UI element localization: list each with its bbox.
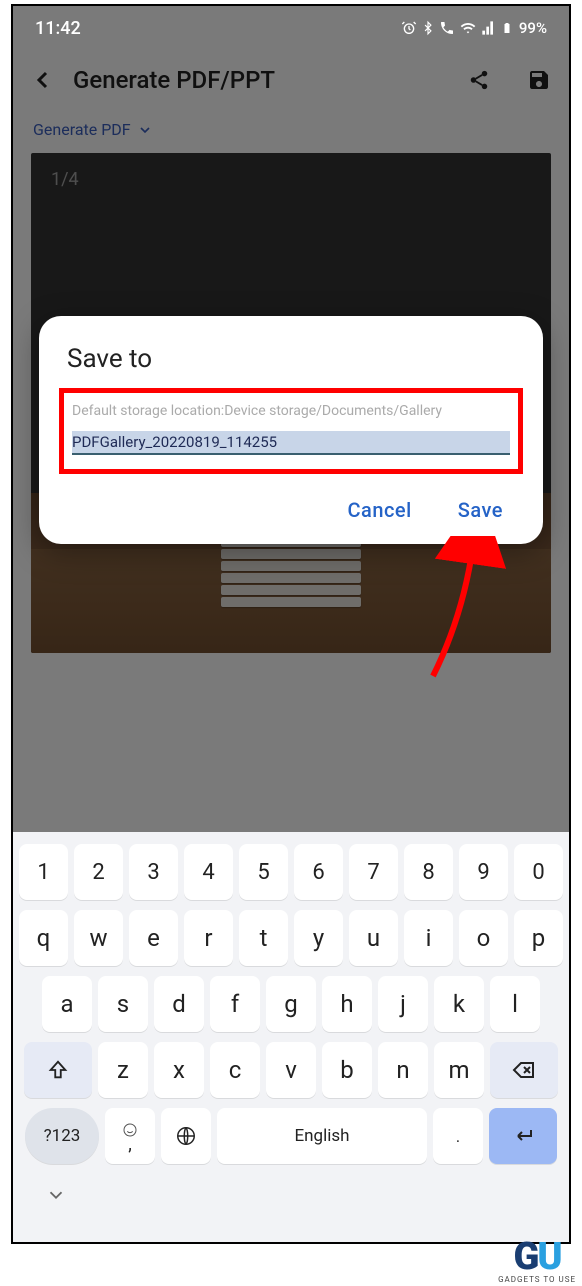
- battery-icon: [501, 19, 513, 37]
- soft-keyboard: 1234567890 qwertyuiop asdfghjkl zxcvbnm …: [13, 832, 569, 1242]
- key-9[interactable]: 9: [459, 844, 508, 900]
- key-u[interactable]: u: [349, 910, 398, 966]
- keyboard-collapse[interactable]: [45, 1191, 67, 1210]
- language-key[interactable]: [161, 1108, 211, 1164]
- key-z[interactable]: z: [98, 1042, 148, 1098]
- app-header: Generate PDF/PPT: [13, 50, 569, 110]
- key-8[interactable]: 8: [404, 844, 453, 900]
- key-b[interactable]: b: [322, 1042, 372, 1098]
- storage-path-hint: Default storage location:Device storage/…: [72, 403, 510, 419]
- save-icon: [527, 68, 551, 92]
- key-1[interactable]: 1: [19, 844, 68, 900]
- enter-key[interactable]: [489, 1108, 557, 1164]
- chevron-left-icon: [31, 68, 55, 92]
- key-d[interactable]: d: [154, 976, 204, 1032]
- key-m[interactable]: m: [434, 1042, 484, 1098]
- save-dialog: Save to Default storage location:Device …: [39, 316, 543, 544]
- key-5[interactable]: 5: [239, 844, 288, 900]
- symbols-key[interactable]: ?123: [25, 1108, 99, 1164]
- shift-icon: [47, 1059, 69, 1081]
- wifi-icon: [459, 20, 477, 36]
- key-x[interactable]: x: [154, 1042, 204, 1098]
- enter-icon: [511, 1124, 535, 1148]
- space-key[interactable]: English: [217, 1108, 427, 1164]
- status-bar: 11:42 99%: [13, 6, 569, 50]
- key-i[interactable]: i: [404, 910, 453, 966]
- page-counter: 1/4: [51, 169, 79, 190]
- back-button[interactable]: [29, 66, 57, 94]
- key-6[interactable]: 6: [294, 844, 343, 900]
- key-q[interactable]: q: [19, 910, 68, 966]
- key-j[interactable]: j: [378, 976, 428, 1032]
- key-7[interactable]: 7: [349, 844, 398, 900]
- key-y[interactable]: y: [294, 910, 343, 966]
- status-icons: [401, 19, 513, 37]
- alarm-icon: [401, 20, 417, 36]
- globe-icon: [175, 1125, 197, 1147]
- watermark: GU GADGETS TO USE: [498, 1235, 576, 1284]
- key-f[interactable]: f: [210, 976, 260, 1032]
- key-h[interactable]: h: [322, 976, 372, 1032]
- annotation-highlight: Default storage location:Device storage/…: [59, 388, 523, 474]
- key-l[interactable]: l: [490, 976, 540, 1032]
- bluetooth-icon: [421, 20, 435, 36]
- chevron-down-icon: [137, 122, 153, 138]
- key-3[interactable]: 3: [129, 844, 178, 900]
- key-0[interactable]: 0: [514, 844, 563, 900]
- key-w[interactable]: w: [74, 910, 123, 966]
- key-n[interactable]: n: [378, 1042, 428, 1098]
- key-g[interactable]: g: [266, 976, 316, 1032]
- key-4[interactable]: 4: [184, 844, 233, 900]
- save-button-header[interactable]: [525, 66, 553, 94]
- share-button[interactable]: [465, 66, 493, 94]
- key-o[interactable]: o: [459, 910, 508, 966]
- key-c[interactable]: c: [210, 1042, 260, 1098]
- emoji-key[interactable]: ,: [105, 1108, 155, 1164]
- cancel-button[interactable]: Cancel: [348, 498, 412, 522]
- key-v[interactable]: v: [266, 1042, 316, 1098]
- format-dropdown[interactable]: Generate PDF: [13, 110, 569, 153]
- key-a[interactable]: a: [42, 976, 92, 1032]
- period-key[interactable]: .: [433, 1108, 483, 1164]
- dialog-title: Save to: [67, 344, 515, 374]
- key-s[interactable]: s: [98, 976, 148, 1032]
- key-p[interactable]: p: [514, 910, 563, 966]
- shift-key[interactable]: [24, 1042, 92, 1098]
- key-t[interactable]: t: [239, 910, 288, 966]
- save-button[interactable]: Save: [458, 498, 503, 522]
- share-icon: [468, 69, 490, 91]
- battery-percent: 99%: [519, 19, 547, 37]
- signal-icon: [481, 20, 497, 36]
- page-title: Generate PDF/PPT: [73, 66, 449, 94]
- backspace-key[interactable]: [490, 1042, 558, 1098]
- status-time: 11:42: [35, 18, 81, 39]
- key-e[interactable]: e: [129, 910, 178, 966]
- key-2[interactable]: 2: [74, 844, 123, 900]
- dropdown-label: Generate PDF: [33, 120, 131, 139]
- phone-icon: [439, 20, 455, 36]
- backspace-icon: [512, 1058, 536, 1082]
- filename-input[interactable]: [72, 431, 510, 455]
- key-r[interactable]: r: [184, 910, 233, 966]
- key-k[interactable]: k: [434, 976, 484, 1032]
- chevron-down-icon: [45, 1184, 67, 1206]
